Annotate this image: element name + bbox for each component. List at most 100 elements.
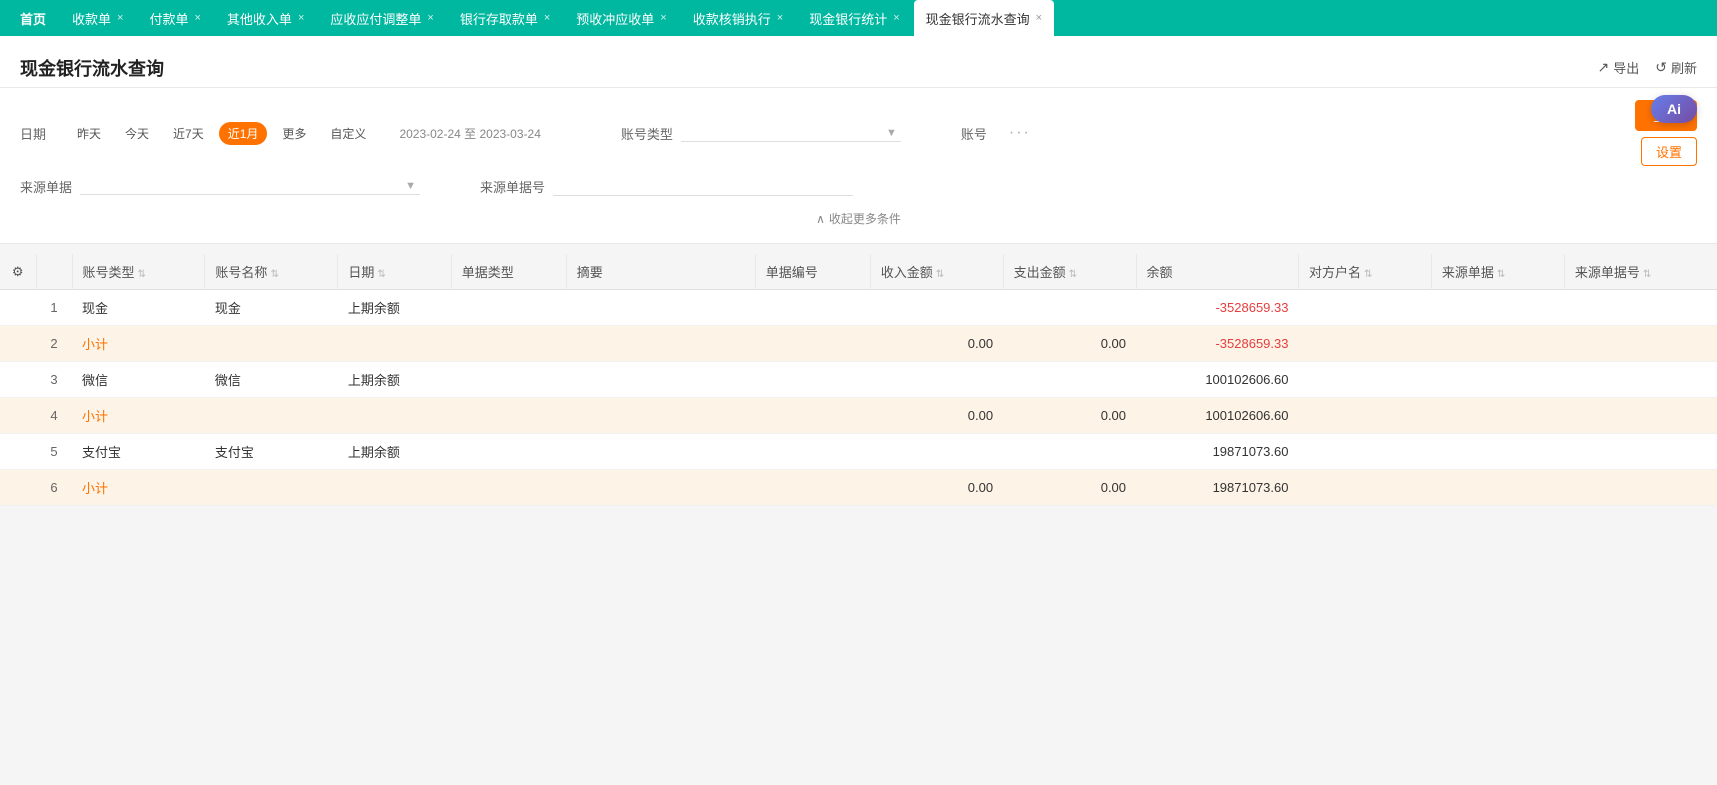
td-income-5: 0.00 <box>870 470 1003 506</box>
source-doc-no-input[interactable] <box>553 176 853 196</box>
td-summary-1 <box>566 326 755 362</box>
th-income[interactable]: 收入金额⇅ <box>870 254 1003 290</box>
nav-tab-ar-ap-adjust[interactable]: 应收应付调整单 × <box>318 0 445 36</box>
td-source-doc-no-3 <box>1564 398 1717 434</box>
td-source-doc-5 <box>1431 470 1564 506</box>
close-bank-deposit-icon[interactable]: × <box>544 12 550 24</box>
td-source-doc-1 <box>1431 326 1564 362</box>
td-account-name-2: 微信 <box>205 362 338 398</box>
close-prepay-offset-icon[interactable]: × <box>660 12 666 24</box>
td-balance-5: 19871073.60 <box>1136 470 1298 506</box>
close-collection-verify-icon[interactable]: × <box>777 12 783 24</box>
nav-cash-bank-flow-label: 现金银行流水查询 <box>926 9 1030 28</box>
filter-row-1: 日期 昨天 今天 近7天 近1月 更多 自定义 2023-02-24 至 202… <box>20 100 1697 166</box>
th-account-name[interactable]: 账号名称⇅ <box>205 254 338 290</box>
nav-tab-payment[interactable]: 付款单 × <box>137 0 212 36</box>
td-doc-no-2 <box>755 362 870 398</box>
th-source-doc-no[interactable]: 来源单据号⇅ <box>1564 254 1717 290</box>
td-date-5 <box>338 470 451 506</box>
close-cash-bank-stats-icon[interactable]: × <box>893 12 899 24</box>
th-account-type[interactable]: 账号类型⇅ <box>72 254 205 290</box>
table-row: 4 小计 0.00 0.00 100102606.60 <box>0 398 1717 434</box>
source-doc-dropdown-icon: ▼ <box>405 180 416 192</box>
td-doc-no-3 <box>755 398 870 434</box>
data-table: ⚙ 账号类型⇅ 账号名称⇅ 日期⇅ 单据类型 摘要 单据编号 收入金额⇅ 支出金… <box>0 254 1717 506</box>
td-source-doc-4 <box>1431 434 1564 470</box>
account-type-dropdown-icon: ▼ <box>886 127 897 139</box>
td-doc-type-5 <box>451 470 566 506</box>
td-income-0 <box>870 290 1003 326</box>
table-row: 6 小计 0.00 0.00 19871073.60 <box>0 470 1717 506</box>
td-gear-3 <box>0 398 36 434</box>
table-row: 2 小计 0.00 0.00 -3528659.33 <box>0 326 1717 362</box>
td-num-5: 6 <box>36 470 72 506</box>
nav-tab-cash-bank-flow[interactable]: 现金银行流水查询 × <box>914 0 1054 36</box>
close-other-income-icon[interactable]: × <box>298 12 304 24</box>
nav-tab-home[interactable]: 首页 <box>8 0 58 36</box>
nav-ar-ap-label: 应收应付调整单 <box>330 9 421 28</box>
close-payment-icon[interactable]: × <box>194 12 200 24</box>
date-range-display: 2023-02-24 至 2023-03-24 <box>399 125 540 142</box>
td-num-3: 4 <box>36 398 72 434</box>
td-account-type-1: 小计 <box>72 326 205 362</box>
td-summary-5 <box>566 470 755 506</box>
td-expense-1: 0.00 <box>1003 326 1136 362</box>
account-more-btn[interactable]: ··· <box>1009 124 1031 142</box>
td-summary-3 <box>566 398 755 434</box>
nav-tab-bank-deposit[interactable]: 银行存取款单 × <box>448 0 562 36</box>
collapse-up-icon: ∧ <box>816 212 825 226</box>
settings-button[interactable]: 设置 <box>1641 137 1697 166</box>
close-cash-bank-flow-icon[interactable]: × <box>1036 12 1042 24</box>
th-doc-no: 单据编号 <box>755 254 870 290</box>
nav-tab-cash-bank-stats[interactable]: 现金银行统计 × <box>797 0 911 36</box>
close-receipt-icon[interactable]: × <box>117 12 123 24</box>
td-income-2 <box>870 362 1003 398</box>
date-btn-1month[interactable]: 近1月 <box>219 122 268 145</box>
td-counterparty-5 <box>1298 470 1431 506</box>
td-balance-3: 100102606.60 <box>1136 398 1298 434</box>
nav-tab-receipt[interactable]: 收款单 × <box>60 0 135 36</box>
date-btn-7days[interactable]: 近7天 <box>164 122 213 145</box>
td-gear-1 <box>0 326 36 362</box>
account-type-select[interactable]: ▼ <box>681 125 901 142</box>
date-btn-yesterday[interactable]: 昨天 <box>68 122 110 145</box>
td-income-3: 0.00 <box>870 398 1003 434</box>
collapse-bar[interactable]: ∧ 收起更多条件 <box>20 206 1697 231</box>
refresh-button[interactable]: ↺ 刷新 <box>1655 58 1697 77</box>
th-counterparty[interactable]: 对方户名⇅ <box>1298 254 1431 290</box>
td-expense-3: 0.00 <box>1003 398 1136 434</box>
th-expense[interactable]: 支出金额⇅ <box>1003 254 1136 290</box>
export-button[interactable]: ↗ 导出 <box>1598 58 1640 77</box>
nav-tab-other-income[interactable]: 其他收入单 × <box>215 0 316 36</box>
close-ar-ap-icon[interactable]: × <box>427 12 433 24</box>
td-doc-no-5 <box>755 470 870 506</box>
account-filter-group: 账号 ··· <box>961 124 1031 143</box>
table-row: 3 微信 微信 上期余额 100102606.60 <box>0 362 1717 398</box>
export-icon: ↗ <box>1598 59 1610 76</box>
td-doc-type-0 <box>451 290 566 326</box>
page-title: 现金银行流水查询 <box>20 55 164 81</box>
table-row: 1 现金 现金 上期余额 -3528659.33 <box>0 290 1717 326</box>
th-source-doc[interactable]: 来源单据⇅ <box>1431 254 1564 290</box>
td-num-0: 1 <box>36 290 72 326</box>
td-gear-5 <box>0 470 36 506</box>
collapse-label: 收起更多条件 <box>829 210 901 227</box>
date-btn-today[interactable]: 今天 <box>116 122 158 145</box>
source-doc-select[interactable]: ▼ <box>80 178 420 195</box>
td-num-2: 3 <box>36 362 72 398</box>
td-counterparty-0 <box>1298 290 1431 326</box>
date-filter-label: 日期 <box>20 124 60 143</box>
source-doc-no-filter-group: 来源单据号 <box>480 176 853 196</box>
td-income-1: 0.00 <box>870 326 1003 362</box>
nav-tab-collection-verify[interactable]: 收款核销执行 × <box>681 0 795 36</box>
source-doc-label: 来源单据 <box>20 177 72 196</box>
th-date[interactable]: 日期⇅ <box>338 254 451 290</box>
date-btn-more[interactable]: 更多 <box>273 122 315 145</box>
date-btn-custom[interactable]: 自定义 <box>321 122 375 145</box>
ai-assistant-badge[interactable]: Ai <box>1651 95 1697 123</box>
td-gear-2 <box>0 362 36 398</box>
nav-tab-prepay-offset[interactable]: 预收冲应收单 × <box>564 0 678 36</box>
th-gear[interactable]: ⚙ <box>0 254 36 290</box>
td-num-1: 2 <box>36 326 72 362</box>
td-date-3 <box>338 398 451 434</box>
